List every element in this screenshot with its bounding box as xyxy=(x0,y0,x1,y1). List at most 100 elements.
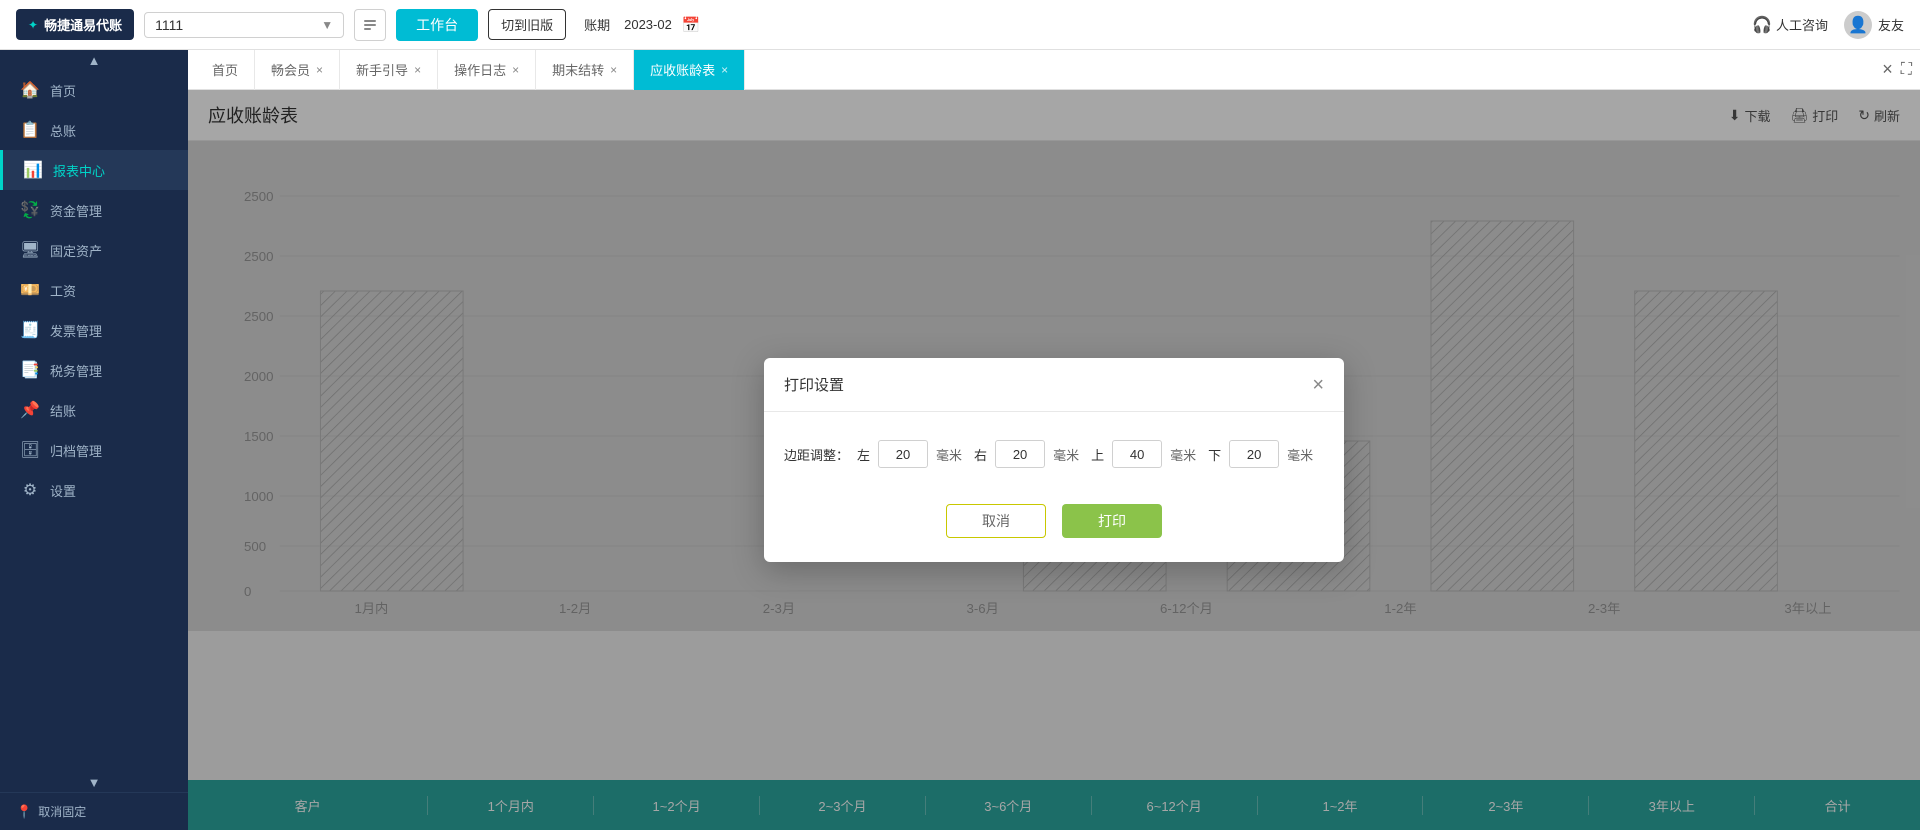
sidebar-item-label: 设置 xyxy=(50,481,76,500)
tab-ar-aging-label: 应收账龄表 xyxy=(650,60,715,79)
payroll-icon: 💴 xyxy=(20,280,40,300)
left-unit-label: 毫米 xyxy=(936,445,962,464)
modal-body: 边距调整： 左 毫米 右 毫米 上 毫米 下 毫米 xyxy=(764,412,1344,496)
sidebar-pin-toggle[interactable]: 📍 取消固定 xyxy=(0,792,188,830)
pin-icon: 📍 xyxy=(16,804,32,820)
sidebar-item-asset[interactable]: 🖥 固定资产 xyxy=(0,230,188,270)
print-settings-dialog: 打印设置 × 边距调整： 左 毫米 右 毫米 上 xyxy=(764,358,1344,562)
tab-guide[interactable]: 新手引导 × xyxy=(340,50,438,90)
modal-footer: 取消 打印 xyxy=(764,496,1344,562)
top-direction-label: 上 xyxy=(1091,445,1104,464)
sidebar-item-label: 税务管理 xyxy=(50,361,102,380)
support-button[interactable]: 🎧 人工咨询 xyxy=(1752,15,1828,35)
tab-guide-close[interactable]: × xyxy=(414,63,421,77)
invoice-icon: 🧾 xyxy=(20,320,40,340)
tab-oplog-label: 操作日志 xyxy=(454,60,506,79)
company-name: 1111 xyxy=(155,17,315,33)
tab-period-end[interactable]: 期末结转 × xyxy=(536,50,634,90)
home-icon: 🏠 xyxy=(20,80,40,100)
sidebar-item-archive[interactable]: 🗄 归档管理 xyxy=(0,430,188,470)
sidebar-item-fund[interactable]: 💱 资金管理 xyxy=(0,190,188,230)
top-margin-input[interactable] xyxy=(1112,440,1162,468)
avatar: 👤 xyxy=(1844,11,1872,39)
tab-bar-actions: × ⛶ xyxy=(1882,59,1912,80)
support-label: 人工咨询 xyxy=(1776,15,1828,34)
calendar-icon[interactable]: 📅 xyxy=(682,16,701,34)
sidebar-item-label: 总账 xyxy=(50,121,76,140)
sidebar-item-label: 发票管理 xyxy=(50,321,102,340)
asset-icon: 🖥 xyxy=(20,240,40,260)
tab-member-label: 畅会员 xyxy=(271,60,310,79)
cancel-button[interactable]: 取消 xyxy=(946,504,1046,538)
app-logo: ✦ 畅捷通易代账 xyxy=(16,9,134,40)
chevron-down-icon: ▼ xyxy=(321,18,333,32)
confirm-print-button[interactable]: 打印 xyxy=(1062,504,1162,538)
top-unit-label: 毫米 xyxy=(1170,445,1196,464)
tab-member-close[interactable]: × xyxy=(316,63,323,77)
content-area: 首页 畅会员 × 新手引导 × 操作日志 × 期末结转 × 应收账龄表 × xyxy=(188,50,1920,830)
logo-text: 畅捷通易代账 xyxy=(44,15,122,34)
left-margin-input[interactable] xyxy=(878,440,928,468)
tab-ar-aging-close[interactable]: × xyxy=(721,63,728,77)
sidebar-item-settle[interactable]: 📌 结账 xyxy=(0,390,188,430)
sidebar-nav: 🏠 首页 📋 总账 📊 报表中心 💱 资金管理 🖥 固定资产 💴 工资 xyxy=(0,70,188,772)
settle-icon: 📌 xyxy=(20,400,40,420)
bottom-unit-label: 毫米 xyxy=(1287,445,1313,464)
tab-home[interactable]: 首页 xyxy=(196,50,255,90)
settings-icon: ⚙ xyxy=(20,480,40,500)
tab-expand-button[interactable]: ⛶ xyxy=(1901,61,1912,79)
modal-title: 打印设置 xyxy=(784,374,844,395)
pin-label: 取消固定 xyxy=(38,803,86,820)
margin-settings-label: 边距调整： xyxy=(784,445,849,464)
tab-period-end-label: 期末结转 xyxy=(552,60,604,79)
modal-close-button[interactable]: × xyxy=(1312,375,1324,395)
tab-close-all-button[interactable]: × xyxy=(1882,59,1893,80)
sidebar: ▲ 🏠 首页 📋 总账 📊 报表中心 💱 资金管理 🖥 固定资产 xyxy=(0,50,188,830)
company-settings-icon[interactable] xyxy=(354,9,386,41)
sidebar-item-label: 归档管理 xyxy=(50,441,102,460)
sidebar-item-settings[interactable]: ⚙ 设置 xyxy=(0,470,188,510)
modal-header: 打印设置 × xyxy=(764,358,1344,412)
company-selector[interactable]: 1111 ▼ xyxy=(144,12,344,38)
sidebar-item-label: 结账 xyxy=(50,401,76,420)
sidebar-scroll-up[interactable]: ▲ xyxy=(0,50,188,70)
user-menu[interactable]: 👤 友友 xyxy=(1844,11,1904,39)
sidebar-item-label: 首页 xyxy=(50,81,76,100)
report-icon: 📊 xyxy=(23,160,43,180)
sidebar-scroll-down[interactable]: ▼ xyxy=(0,772,188,792)
sidebar-item-invoice[interactable]: 🧾 发票管理 xyxy=(0,310,188,350)
archive-icon: 🗄 xyxy=(20,440,40,460)
bottom-margin-input[interactable] xyxy=(1229,440,1279,468)
sidebar-item-tax[interactable]: 📑 税务管理 xyxy=(0,350,188,390)
tab-home-label: 首页 xyxy=(212,60,238,79)
tax-icon: 📑 xyxy=(20,360,40,380)
tab-member[interactable]: 畅会员 × xyxy=(255,50,340,90)
fund-icon: 💱 xyxy=(20,200,40,220)
switch-old-button[interactable]: 切到旧版 xyxy=(488,9,566,40)
sidebar-item-payroll[interactable]: 💴 工资 xyxy=(0,270,188,310)
right-margin-input[interactable] xyxy=(995,440,1045,468)
ledger-icon: 📋 xyxy=(20,120,40,140)
left-direction-label: 左 xyxy=(857,445,870,464)
tab-bar: 首页 畅会员 × 新手引导 × 操作日志 × 期末结转 × 应收账龄表 × xyxy=(188,50,1920,90)
tab-ar-aging[interactable]: 应收账龄表 × xyxy=(634,50,745,90)
tab-oplog[interactable]: 操作日志 × xyxy=(438,50,536,90)
sidebar-item-ledger[interactable]: 📋 总账 xyxy=(0,110,188,150)
tab-period-end-close[interactable]: × xyxy=(610,63,617,77)
sidebar-item-home[interactable]: 🏠 首页 xyxy=(0,70,188,110)
period-value: 2023-02 xyxy=(624,17,672,32)
bottom-direction-label: 下 xyxy=(1208,445,1221,464)
sidebar-item-label: 固定资产 xyxy=(50,241,102,260)
tab-oplog-close[interactable]: × xyxy=(512,63,519,77)
margin-settings: 边距调整： 左 毫米 右 毫米 上 毫米 下 毫米 xyxy=(784,440,1324,468)
username-label: 友友 xyxy=(1878,15,1904,34)
sidebar-item-label: 资金管理 xyxy=(50,201,102,220)
workbench-button[interactable]: 工作台 xyxy=(396,9,478,41)
sidebar-item-label: 报表中心 xyxy=(53,161,105,180)
right-unit-label: 毫米 xyxy=(1053,445,1079,464)
tab-guide-label: 新手引导 xyxy=(356,60,408,79)
sidebar-item-report[interactable]: 📊 报表中心 xyxy=(0,150,188,190)
modal-overlay: 打印设置 × 边距调整： 左 毫米 右 毫米 上 xyxy=(188,90,1920,830)
period-label: 账期 xyxy=(584,15,610,34)
sidebar-item-label: 工资 xyxy=(50,281,76,300)
